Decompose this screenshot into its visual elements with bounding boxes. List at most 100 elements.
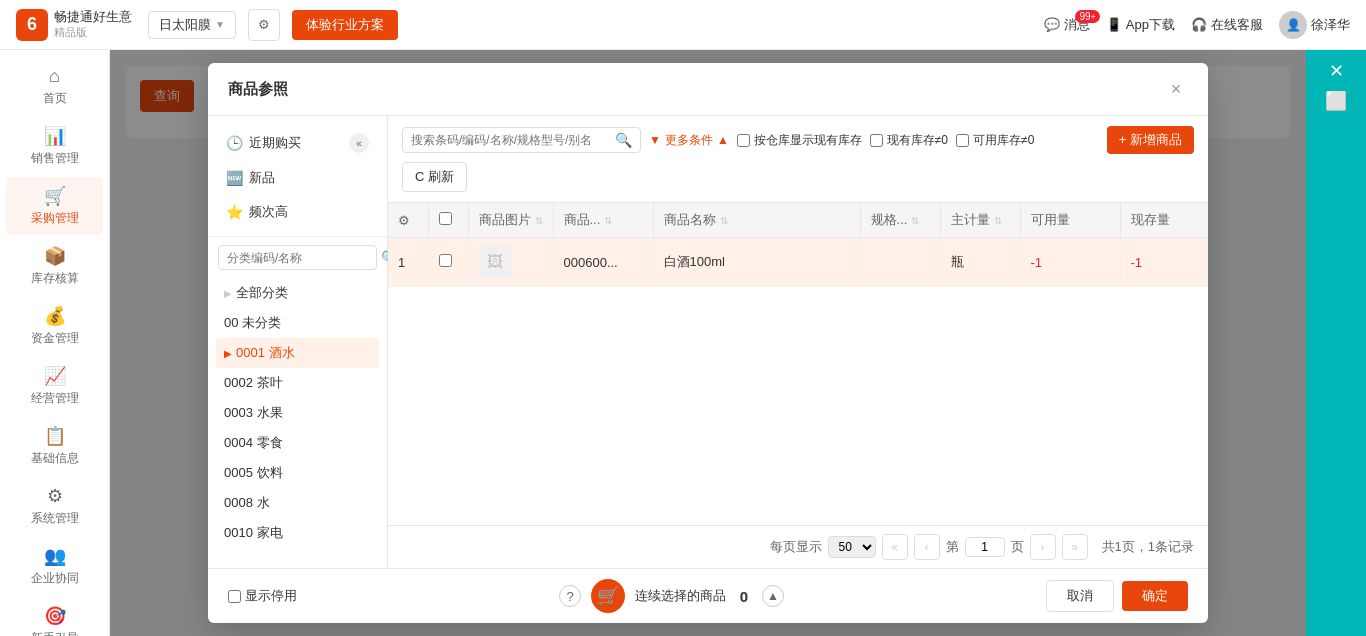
sidebar-item-finance[interactable]: 💰 资金管理	[6, 297, 103, 355]
col-image: 商品图片 ⇅	[468, 203, 553, 238]
cat-tea[interactable]: 0002 茶叶	[216, 368, 379, 398]
teal-close-icon[interactable]: ✕	[1329, 60, 1344, 82]
sidebar-item-system[interactable]: ⚙ 系统管理	[6, 477, 103, 535]
logo-text: 畅捷通好生意 精品版	[54, 9, 132, 40]
stock-nonzero-checkbox[interactable]	[870, 134, 883, 147]
cell-checkbox[interactable]	[428, 238, 468, 287]
category-list: ▶ 全部分类 00 未分类 ▶ 0001 酒水 0002 茶	[208, 278, 387, 558]
teal-panel: ✕ ⬜	[1306, 50, 1366, 636]
logo-area: 6 畅捷通好生意 精品版	[16, 9, 136, 41]
headset-icon: 🎧	[1191, 17, 1207, 32]
clock-icon: 🕒	[226, 135, 243, 151]
checkbox-stock-nonzero[interactable]: 现有库存≠0	[870, 132, 948, 149]
cat-fruit[interactable]: 0003 水果	[216, 398, 379, 428]
sidebar-item-basic-info[interactable]: 📋 基础信息	[6, 417, 103, 475]
sort-icon-unit[interactable]: ⇅	[994, 215, 1002, 226]
show-disabled-checkbox[interactable]	[228, 590, 241, 603]
product-search-input[interactable]	[411, 133, 611, 147]
sort-icon[interactable]: ⇅	[535, 215, 543, 226]
trial-button[interactable]: 体验行业方案	[292, 10, 398, 40]
pagination: 每页显示 50 « ‹ 第 页 › » 共1页，1条记录	[388, 525, 1208, 568]
sidebar-item-enterprise[interactable]: 👥 企业协同	[6, 537, 103, 595]
by-warehouse-checkbox[interactable]	[737, 134, 750, 147]
footer-center: ? 🛒 连续选择的商品 0 ▲	[307, 579, 1036, 613]
table-row[interactable]: 1 🖼	[388, 238, 1208, 287]
footer-collapse-button[interactable]: ▲	[762, 585, 784, 607]
confirm-button[interactable]: 确定	[1122, 581, 1188, 611]
main-layout: ⌂ 首页 📊 销售管理 🛒 采购管理 📦 库存核算 💰 资金管理 📈 经营管理 …	[0, 50, 1366, 636]
search-submit-icon[interactable]: 🔍	[615, 132, 632, 148]
modal-title: 商品参照	[228, 80, 288, 99]
sidebar-item-inventory[interactable]: 📦 库存核算	[6, 237, 103, 295]
checkbox-by-warehouse[interactable]: 按仓库显示现有库存	[737, 132, 862, 149]
branch-selector[interactable]: 日太阳膜 ▼	[148, 11, 236, 39]
tab-new-products[interactable]: 🆕 新品	[216, 162, 379, 194]
chevron-right-icon: ▶	[224, 288, 232, 299]
collapse-button[interactable]: «	[349, 133, 369, 153]
modal-header: 商品参照 ×	[208, 63, 1208, 116]
cat-liquor[interactable]: ▶ 0001 酒水	[216, 338, 379, 368]
app-download-button[interactable]: 📱 App下载	[1106, 16, 1175, 34]
product-table: ⚙ 商品图片 ⇅	[388, 203, 1208, 287]
system-icon: ⚙	[47, 485, 63, 507]
refresh-button[interactable]: C 刷新	[402, 162, 467, 192]
tab-recent-purchase[interactable]: 🕒 近期购买 «	[216, 126, 379, 160]
sidebar-item-purchase[interactable]: 🛒 采购管理	[6, 177, 103, 235]
cat-snacks[interactable]: 0004 零食	[216, 428, 379, 458]
prev-page-button[interactable]: ‹	[914, 534, 940, 560]
first-page-button[interactable]: «	[882, 534, 908, 560]
table-header-row: ⚙ 商品图片 ⇅	[388, 203, 1208, 238]
cell-unit: 瓶	[940, 238, 1020, 287]
add-product-button[interactable]: + 新增商品	[1107, 126, 1194, 154]
sidebar-item-home[interactable]: ⌂ 首页	[6, 58, 103, 115]
col-settings[interactable]: ⚙	[388, 203, 428, 238]
sort-icon-code[interactable]: ⇅	[604, 215, 612, 226]
sort-icon-spec[interactable]: ⇅	[911, 215, 919, 226]
cat-uncategorized[interactable]: 00 未分类	[216, 308, 379, 338]
last-page-button[interactable]: »	[1062, 534, 1088, 560]
home-icon: ⌂	[49, 66, 60, 87]
cart-button[interactable]: 🛒	[591, 579, 625, 613]
col-available-label: 可用量	[1031, 211, 1070, 229]
next-page-button[interactable]: ›	[1030, 534, 1056, 560]
cat-all[interactable]: ▶ 全部分类	[216, 278, 379, 308]
column-settings-icon[interactable]: ⚙	[398, 213, 410, 228]
select-all-checkbox[interactable]	[439, 212, 452, 225]
left-panel: 🕒 近期购买 « 🆕 新品 ⭐ 频次高	[208, 116, 388, 568]
teal-expand-icon[interactable]: ⬜	[1325, 90, 1347, 112]
filter-icon: ▼	[649, 133, 661, 147]
more-filter-button[interactable]: ▼ 更多条件 ▲	[649, 132, 729, 149]
available-nonzero-checkbox[interactable]	[956, 134, 969, 147]
page-number-input[interactable]	[965, 537, 1005, 557]
col-image-label: 商品图片	[479, 211, 531, 229]
footer-left: 显示停用	[228, 587, 297, 605]
sidebar-item-sales[interactable]: 📊 销售管理	[6, 117, 103, 175]
cell-code: 000600...	[553, 238, 653, 287]
checkbox-available-nonzero[interactable]: 可用库存≠0	[956, 132, 1034, 149]
product-search-box[interactable]: 🔍	[402, 127, 641, 153]
col-stock-label: 现存量	[1131, 211, 1170, 229]
avatar: 👤	[1279, 11, 1307, 39]
online-service-button[interactable]: 🎧 在线客服	[1191, 16, 1263, 34]
category-search-input[interactable]	[227, 251, 377, 265]
messages-button[interactable]: 💬 消息 99+	[1044, 16, 1090, 34]
sidebar-item-guide[interactable]: 🎯 新手引导	[6, 597, 103, 636]
sort-icon-name[interactable]: ⇅	[720, 215, 728, 226]
sidebar-item-operations[interactable]: 📈 经营管理	[6, 357, 103, 415]
show-disabled-label[interactable]: 显示停用	[228, 587, 297, 605]
col-checkbox[interactable]	[428, 203, 468, 238]
cell-available: -1	[1020, 238, 1120, 287]
cat-beverages[interactable]: 0005 饮料	[216, 458, 379, 488]
cat-water[interactable]: 0008 水	[216, 488, 379, 518]
tab-frequent[interactable]: ⭐ 频次高	[216, 196, 379, 228]
row-checkbox[interactable]	[439, 254, 452, 267]
page-size-select[interactable]: 50	[828, 536, 876, 558]
modal-close-button[interactable]: ×	[1164, 77, 1188, 101]
help-button[interactable]: ?	[559, 585, 581, 607]
category-search-box[interactable]: 🔍	[218, 245, 377, 270]
col-stock: 现存量	[1120, 203, 1208, 238]
cancel-button[interactable]: 取消	[1046, 580, 1114, 612]
user-area[interactable]: 👤 徐泽华	[1279, 11, 1350, 39]
cat-appliances[interactable]: 0010 家电	[216, 518, 379, 548]
settings-button[interactable]: ⚙	[248, 9, 280, 41]
